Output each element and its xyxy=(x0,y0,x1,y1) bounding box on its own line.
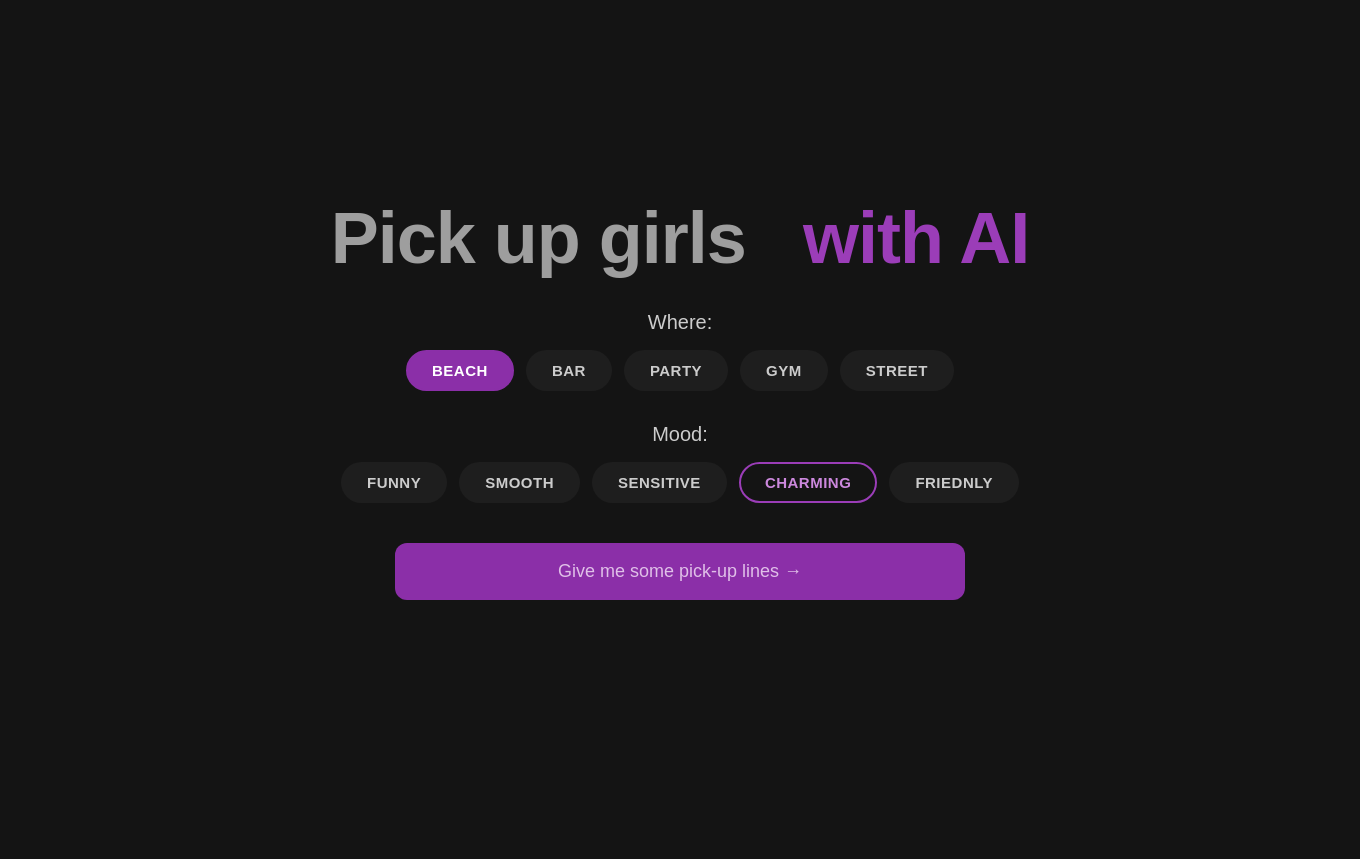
mood-section: Mood: FUNNY SMOOTH SENSITIVE CHARMING FRIEDN… xyxy=(320,423,1040,503)
where-pill-beach[interactable]: BEACH xyxy=(406,350,514,391)
mood-label: Mood: xyxy=(652,423,708,446)
mood-pill-charming[interactable]: CHARMING xyxy=(739,462,878,503)
where-pill-party[interactable]: PARTY xyxy=(624,350,728,391)
headline: Pick up girls with AI xyxy=(331,199,1029,278)
where-pill-gym[interactable]: GYM xyxy=(740,350,828,391)
mood-pill-friednly[interactable]: FRIEDNLY xyxy=(889,462,1019,503)
main-container: Pick up girls with AI Where: BEACH BAR PAR… xyxy=(280,199,1080,599)
mood-pill-sensitive[interactable]: SENSITIVE xyxy=(592,462,727,503)
where-pill-street[interactable]: STREET xyxy=(840,350,954,391)
headline-plain: Pick up girls xyxy=(331,198,746,278)
where-pills-row: BEACH BAR PARTY GYM STREET xyxy=(406,350,954,391)
where-pill-bar[interactable]: BAR xyxy=(526,350,612,391)
where-section: Where: BEACH BAR PARTY GYM STREET xyxy=(320,311,1040,391)
cta-button[interactable]: Give me some pick-up lines → xyxy=(395,543,965,600)
mood-pills-row: FUNNY SMOOTH SENSITIVE CHARMING FRIEDNLY xyxy=(341,462,1019,503)
mood-pill-smooth[interactable]: SMOOTH xyxy=(459,462,580,503)
mood-pill-funny[interactable]: FUNNY xyxy=(341,462,447,503)
where-label: Where: xyxy=(648,311,712,334)
headline-accent: with AI xyxy=(803,198,1029,278)
